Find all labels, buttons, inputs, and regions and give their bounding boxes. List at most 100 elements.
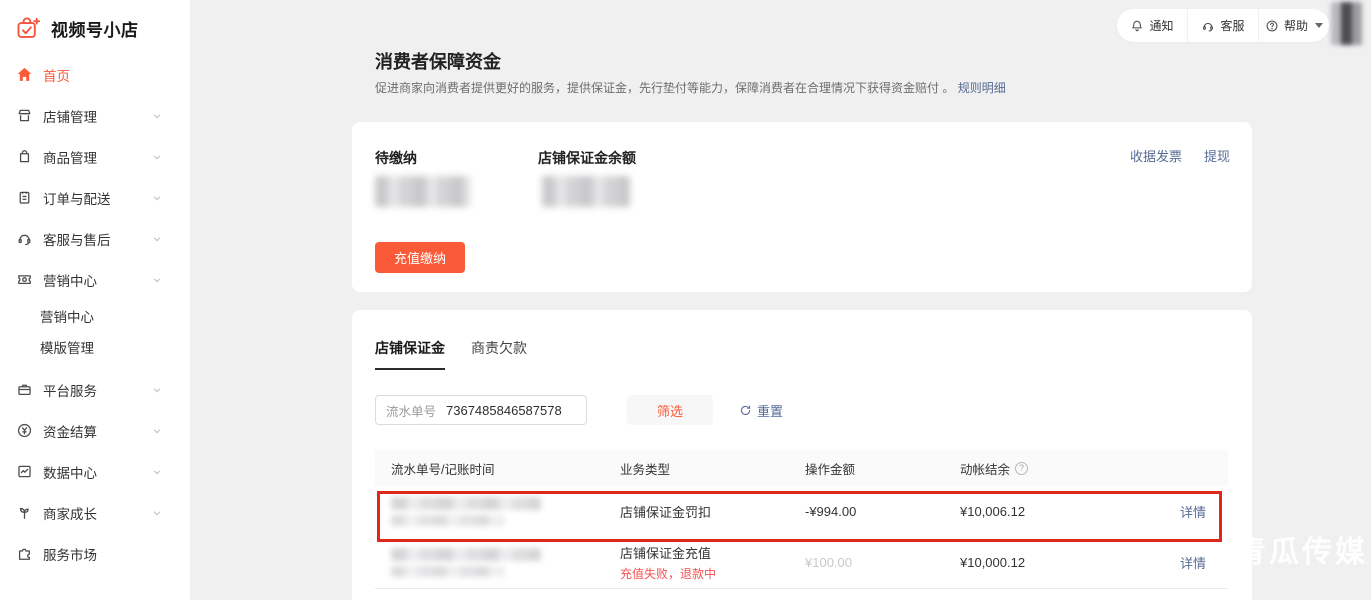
- sidebar-item-orders-delivery[interactable]: 订单与配送: [0, 177, 190, 218]
- withdraw-link[interactable]: 提现: [1204, 146, 1230, 165]
- chevron-down-icon: [152, 111, 162, 121]
- tab-shop-deposit[interactable]: 店铺保证金: [375, 338, 445, 370]
- headset-icon: [1201, 19, 1215, 33]
- sidebar-item-home[interactable]: 首页: [0, 54, 190, 95]
- yuan-circle-icon: [16, 422, 33, 439]
- app-screen: 视频号小店 首页 店铺管理 商品管理 订单与配送 客服与售后 营销中心 营销中心…: [0, 0, 1371, 600]
- notifications-button[interactable]: 通知: [1117, 9, 1187, 42]
- sidebar-item-label: 首页: [43, 68, 70, 84]
- pending-payment-value-redacted: [375, 176, 471, 207]
- sidebar-item-label: 营销中心: [40, 309, 94, 325]
- sidebar-item-label: 商家成长: [43, 506, 97, 522]
- header-action-pill: 通知 客服 帮助: [1117, 9, 1329, 42]
- storefront-icon: [16, 107, 33, 124]
- brand-header: 视频号小店: [0, 0, 190, 54]
- page-description: 促进商家向消费者提供更好的服务，提供保证金，先行垫付等能力，保障消费者在合理情况…: [375, 79, 1006, 96]
- deposit-summary-card: 待缴纳 店铺保证金余额 充值缴纳 收据发票 提现: [352, 122, 1252, 292]
- sidebar-item-label: 订单与配送: [43, 191, 111, 207]
- sprout-icon: [16, 504, 33, 521]
- sidebar-item-label: 资金结算: [43, 424, 97, 440]
- notifications-label: 通知: [1149, 19, 1174, 33]
- header-balance: 动帐结余 ?: [960, 459, 1180, 478]
- chevron-down-icon: [152, 234, 162, 244]
- receipt-invoice-link[interactable]: 收据发票: [1130, 146, 1182, 165]
- amount-cell: ¥100.00: [805, 555, 852, 570]
- chevron-down-icon: [152, 467, 162, 477]
- refresh-icon: [739, 404, 752, 417]
- page-title: 消费者保障资金: [375, 52, 501, 72]
- rules-detail-link[interactable]: 规则明细: [958, 81, 1006, 95]
- serial-number-input[interactable]: 流水单号 7367485846587578: [375, 395, 587, 425]
- biz-type-text: 店铺保证金充值: [620, 546, 712, 561]
- filter-button[interactable]: 筛选: [627, 395, 713, 425]
- customer-service-button[interactable]: 客服: [1187, 9, 1258, 42]
- bell-icon: [1130, 19, 1144, 33]
- chevron-down-icon: [152, 152, 162, 162]
- watermark: 青瓜传媒: [1236, 536, 1368, 569]
- chevron-down-icon: [152, 385, 162, 395]
- clipboard-icon: [16, 189, 33, 206]
- sidebar-item-label: 店铺管理: [43, 109, 97, 125]
- sidebar-item-marketing-center[interactable]: 营销中心: [0, 259, 190, 300]
- caret-down-icon: [1315, 23, 1323, 28]
- sidebar-item-label: 模版管理: [40, 340, 94, 356]
- sidebar-item-label: 客服与售后: [43, 232, 111, 248]
- help-dropdown-button[interactable]: 帮助: [1258, 9, 1329, 42]
- brand-title: 视频号小店: [51, 20, 139, 40]
- sidebar-item-product-management[interactable]: 商品管理: [0, 136, 190, 177]
- balance-cell: ¥10,006.12: [960, 504, 1026, 519]
- sidebar-item-data-center[interactable]: 数据中心: [0, 451, 190, 492]
- serial-blur-block: [391, 548, 620, 577]
- headset-icon: [16, 230, 33, 247]
- sidebar-subitem-marketing-center[interactable]: 营销中心: [0, 300, 190, 331]
- puzzle-icon: [16, 545, 33, 562]
- deposit-balance-label: 店铺保证金余额: [538, 150, 636, 166]
- bag-icon: [16, 148, 33, 165]
- detail-link[interactable]: 详情: [1180, 553, 1228, 572]
- sidebar-item-label: 平台服务: [43, 383, 97, 399]
- briefcase-icon: [16, 381, 33, 398]
- table-row: 店铺保证金罚扣 -¥994.00 ¥10,006.12 详情: [375, 486, 1228, 537]
- serial-number-input-value: 7367485846587578: [446, 402, 562, 418]
- serial-blur-block: [391, 497, 620, 526]
- table-row: 店铺保证金充值 充值失败，退款中 ¥100.00 ¥10,000.12 详情: [375, 537, 1228, 589]
- avatar[interactable]: [1331, 2, 1362, 45]
- balance-help-icon[interactable]: ?: [1015, 461, 1029, 475]
- balance-cell: ¥10,000.12: [960, 555, 1026, 570]
- table-header-row: 流水单号/记账时间 业务类型 操作金额 动帐结余 ?: [375, 450, 1228, 486]
- coupon-icon: [16, 271, 33, 288]
- shop-bag-logo-icon: [14, 15, 41, 42]
- sidebar-item-shop-management[interactable]: 店铺管理: [0, 95, 190, 136]
- header-serial: 流水单号/记账时间: [391, 462, 495, 477]
- sidebar-item-platform-services[interactable]: 平台服务: [0, 369, 190, 410]
- serial-number-input-label: 流水单号: [386, 404, 437, 419]
- reset-button-label: 重置: [757, 403, 784, 419]
- ledger-card: 店铺保证金 商责欠款 流水单号 7367485846587578 筛选 重置 流…: [352, 310, 1252, 600]
- biz-type-cell: 店铺保证金充值 充值失败，退款中: [620, 543, 805, 582]
- recharge-pay-button[interactable]: 充值缴纳: [375, 242, 465, 273]
- question-circle-icon: [1265, 19, 1279, 33]
- sidebar-item-customer-service[interactable]: 客服与售后: [0, 218, 190, 259]
- ledger-table: 流水单号/记账时间 业务类型 操作金额 动帐结余 ? 店铺保证金罚扣 -¥994: [375, 450, 1228, 589]
- header-amount: 操作金额: [805, 462, 856, 477]
- sidebar-item-label: 营销中心: [43, 273, 97, 289]
- deposit-card-links: 收据发票 提现: [1130, 146, 1230, 165]
- pending-payment-label: 待缴纳: [375, 150, 417, 166]
- sidebar-item-merchant-growth[interactable]: 商家成长: [0, 492, 190, 533]
- sidebar-item-label: 服务市场: [43, 547, 97, 563]
- chevron-down-icon: [152, 193, 162, 203]
- biz-type-cell: 店铺保证金罚扣: [620, 505, 712, 520]
- sidebar-item-service-market[interactable]: 服务市场: [0, 533, 190, 574]
- chart-icon: [16, 463, 33, 480]
- sidebar-subitem-template-management[interactable]: 模版管理: [0, 331, 190, 362]
- filter-row: 流水单号 7367485846587578 筛选 重置: [375, 395, 783, 425]
- header-balance-label: 动帐结余: [960, 462, 1011, 477]
- sidebar-item-funds-settlement[interactable]: 资金结算: [0, 410, 190, 451]
- sidebar-item-label: 数据中心: [43, 465, 97, 481]
- page-description-text: 促进商家向消费者提供更好的服务，提供保证金，先行垫付等能力，保障消费者在合理情况…: [375, 81, 955, 95]
- tab-merchant-debt[interactable]: 商责欠款: [471, 338, 527, 370]
- detail-link[interactable]: 详情: [1180, 502, 1228, 521]
- sidebar-item-label: 商品管理: [43, 150, 97, 166]
- biz-status-note: 充值失败，退款中: [620, 567, 717, 581]
- reset-button[interactable]: 重置: [739, 401, 783, 420]
